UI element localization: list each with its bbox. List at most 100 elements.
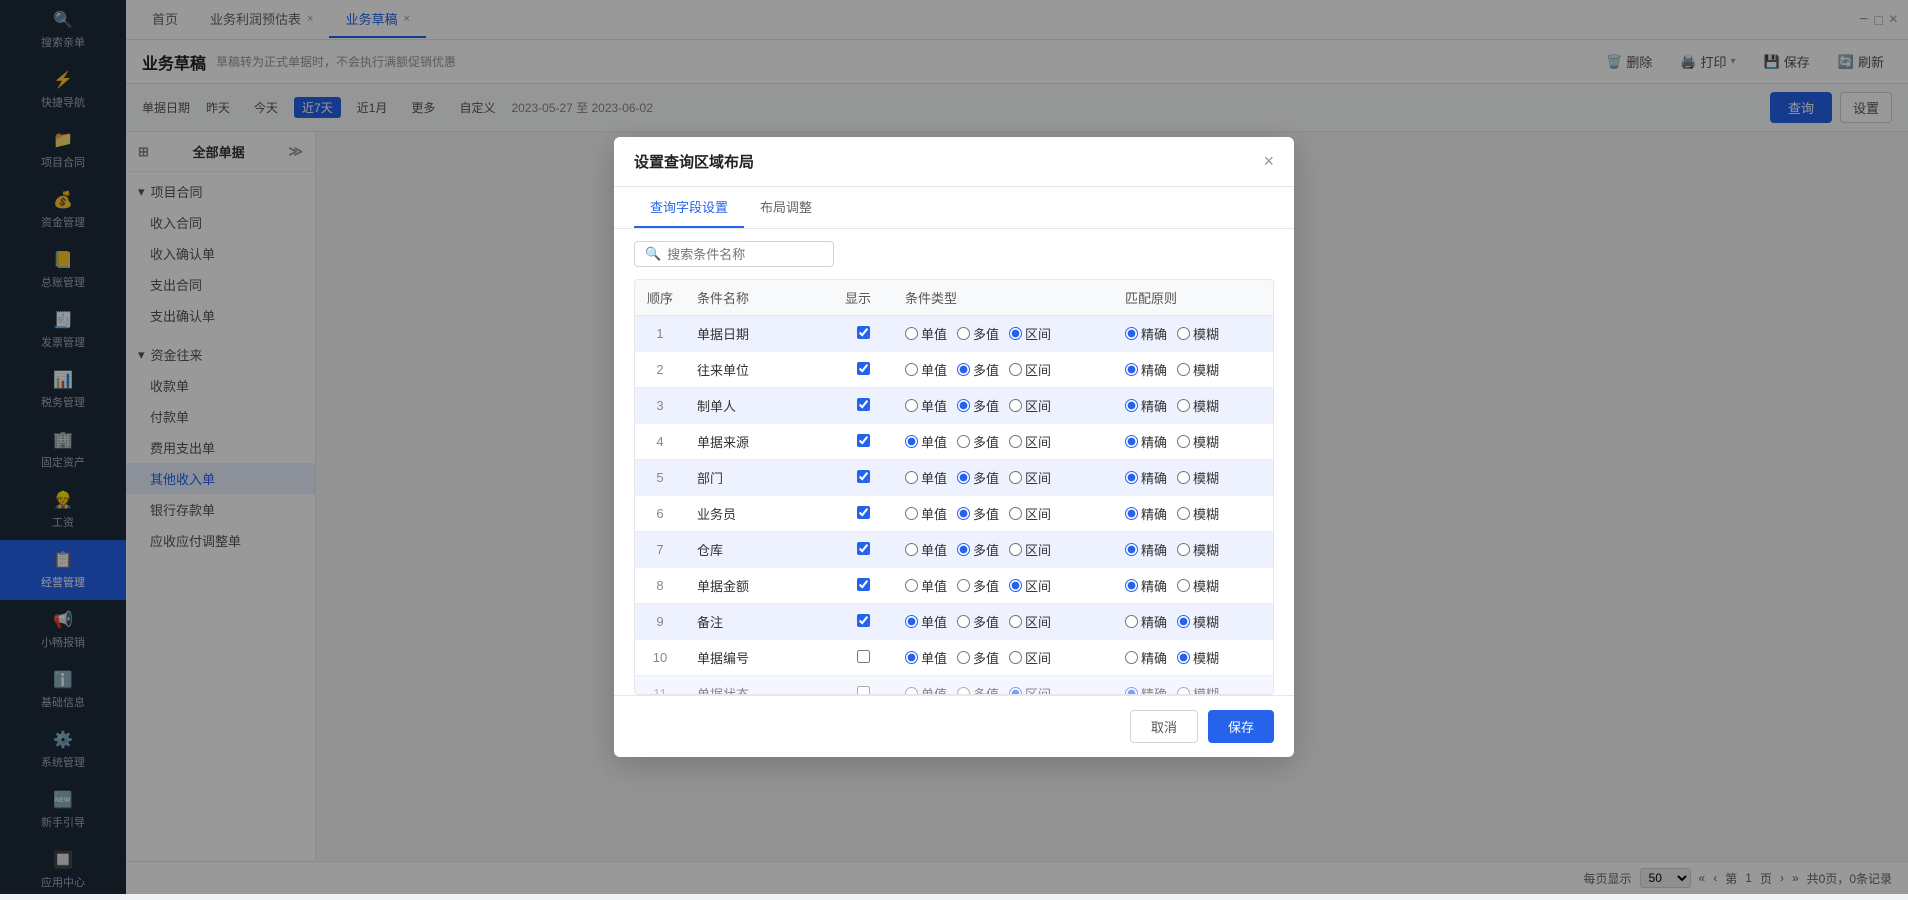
condition-radio[interactable]: [1009, 579, 1022, 592]
match-radio[interactable]: [1177, 471, 1190, 484]
save-dialog-button[interactable]: 保存: [1208, 710, 1274, 743]
row-show[interactable]: [833, 496, 893, 532]
condition-radio[interactable]: [957, 399, 970, 412]
match-radio[interactable]: [1125, 615, 1138, 628]
match-radio-label[interactable]: 精确: [1125, 504, 1167, 523]
match-radio[interactable]: [1177, 579, 1190, 592]
match-radio-label[interactable]: 精确: [1125, 540, 1167, 559]
condition-radio[interactable]: [957, 471, 970, 484]
condition-radio-label[interactable]: 多值: [957, 612, 999, 631]
condition-radio[interactable]: [1009, 507, 1022, 520]
dialog-close-button[interactable]: ×: [1263, 151, 1274, 172]
condition-radio-label[interactable]: 多值: [957, 432, 999, 451]
condition-radio-label[interactable]: 单值: [905, 540, 947, 559]
match-radio-label[interactable]: 精确: [1125, 432, 1167, 451]
dialog-tab-field-settings[interactable]: 查询字段设置: [634, 187, 744, 228]
match-radio-label[interactable]: 模糊: [1177, 360, 1219, 379]
condition-radio[interactable]: [1009, 687, 1022, 695]
condition-radio-label[interactable]: 区间: [1009, 432, 1051, 451]
match-radio[interactable]: [1125, 435, 1138, 448]
match-radio-label[interactable]: 模糊: [1177, 540, 1219, 559]
match-radio-label[interactable]: 模糊: [1177, 432, 1219, 451]
condition-radio-label[interactable]: 区间: [1009, 396, 1051, 415]
match-radio-label[interactable]: 精确: [1125, 324, 1167, 343]
row-show[interactable]: [833, 352, 893, 388]
match-radio-label[interactable]: 模糊: [1177, 576, 1219, 595]
condition-radio[interactable]: [905, 579, 918, 592]
match-radio-label[interactable]: 精确: [1125, 684, 1167, 695]
match-radio-label[interactable]: 模糊: [1177, 468, 1219, 487]
condition-radio-label[interactable]: 多值: [957, 648, 999, 667]
show-checkbox[interactable]: [857, 362, 870, 375]
match-radio[interactable]: [1125, 363, 1138, 376]
condition-radio-label[interactable]: 区间: [1009, 612, 1051, 631]
condition-radio[interactable]: [1009, 399, 1022, 412]
show-checkbox[interactable]: [857, 650, 870, 663]
match-radio[interactable]: [1177, 615, 1190, 628]
condition-radio-label[interactable]: 多值: [957, 504, 999, 523]
condition-radio-label[interactable]: 区间: [1009, 684, 1051, 695]
condition-radio-label[interactable]: 单值: [905, 504, 947, 523]
show-checkbox[interactable]: [857, 542, 870, 555]
condition-radio-label[interactable]: 区间: [1009, 504, 1051, 523]
match-radio[interactable]: [1177, 543, 1190, 556]
match-radio[interactable]: [1125, 687, 1138, 695]
match-radio-label[interactable]: 精确: [1125, 360, 1167, 379]
condition-radio-label[interactable]: 单值: [905, 432, 947, 451]
condition-radio-label[interactable]: 多值: [957, 684, 999, 695]
row-show[interactable]: [833, 424, 893, 460]
match-radio-label[interactable]: 精确: [1125, 576, 1167, 595]
row-show[interactable]: [833, 316, 893, 352]
condition-radio-label[interactable]: 多值: [957, 540, 999, 559]
condition-radio-label[interactable]: 区间: [1009, 360, 1051, 379]
match-radio-label[interactable]: 模糊: [1177, 504, 1219, 523]
condition-radio-label[interactable]: 单值: [905, 684, 947, 695]
show-checkbox[interactable]: [857, 614, 870, 627]
condition-radio[interactable]: [905, 543, 918, 556]
row-show[interactable]: [833, 640, 893, 676]
match-radio[interactable]: [1125, 651, 1138, 664]
condition-radio[interactable]: [1009, 543, 1022, 556]
match-radio[interactable]: [1125, 507, 1138, 520]
show-checkbox[interactable]: [857, 686, 870, 696]
match-radio-label[interactable]: 模糊: [1177, 684, 1219, 695]
condition-radio[interactable]: [905, 471, 918, 484]
condition-radio-label[interactable]: 区间: [1009, 576, 1051, 595]
row-show[interactable]: [833, 676, 893, 696]
condition-radio[interactable]: [905, 363, 918, 376]
condition-radio[interactable]: [1009, 363, 1022, 376]
show-checkbox[interactable]: [857, 470, 870, 483]
match-radio[interactable]: [1177, 435, 1190, 448]
condition-radio-label[interactable]: 区间: [1009, 324, 1051, 343]
condition-radio[interactable]: [905, 435, 918, 448]
condition-radio-label[interactable]: 单值: [905, 648, 947, 667]
condition-search-input[interactable]: [667, 247, 823, 262]
condition-radio[interactable]: [1009, 615, 1022, 628]
show-checkbox[interactable]: [857, 578, 870, 591]
condition-radio[interactable]: [957, 651, 970, 664]
condition-radio[interactable]: [1009, 435, 1022, 448]
condition-radio[interactable]: [1009, 651, 1022, 664]
match-radio-label[interactable]: 模糊: [1177, 324, 1219, 343]
match-radio[interactable]: [1177, 507, 1190, 520]
condition-radio[interactable]: [905, 399, 918, 412]
show-checkbox[interactable]: [857, 434, 870, 447]
match-radio[interactable]: [1177, 687, 1190, 695]
row-show[interactable]: [833, 532, 893, 568]
match-radio[interactable]: [1125, 543, 1138, 556]
condition-radio-label[interactable]: 单值: [905, 576, 947, 595]
match-radio[interactable]: [1177, 327, 1190, 340]
condition-radio[interactable]: [957, 507, 970, 520]
condition-radio[interactable]: [905, 687, 918, 695]
condition-radio-label[interactable]: 区间: [1009, 468, 1051, 487]
match-radio-label[interactable]: 模糊: [1177, 612, 1219, 631]
match-radio-label[interactable]: 模糊: [1177, 396, 1219, 415]
condition-radio[interactable]: [1009, 327, 1022, 340]
condition-radio[interactable]: [957, 687, 970, 695]
condition-radio-label[interactable]: 单值: [905, 468, 947, 487]
match-radio[interactable]: [1177, 651, 1190, 664]
condition-radio-label[interactable]: 单值: [905, 360, 947, 379]
condition-radio[interactable]: [957, 363, 970, 376]
row-show[interactable]: [833, 604, 893, 640]
condition-radio[interactable]: [957, 579, 970, 592]
